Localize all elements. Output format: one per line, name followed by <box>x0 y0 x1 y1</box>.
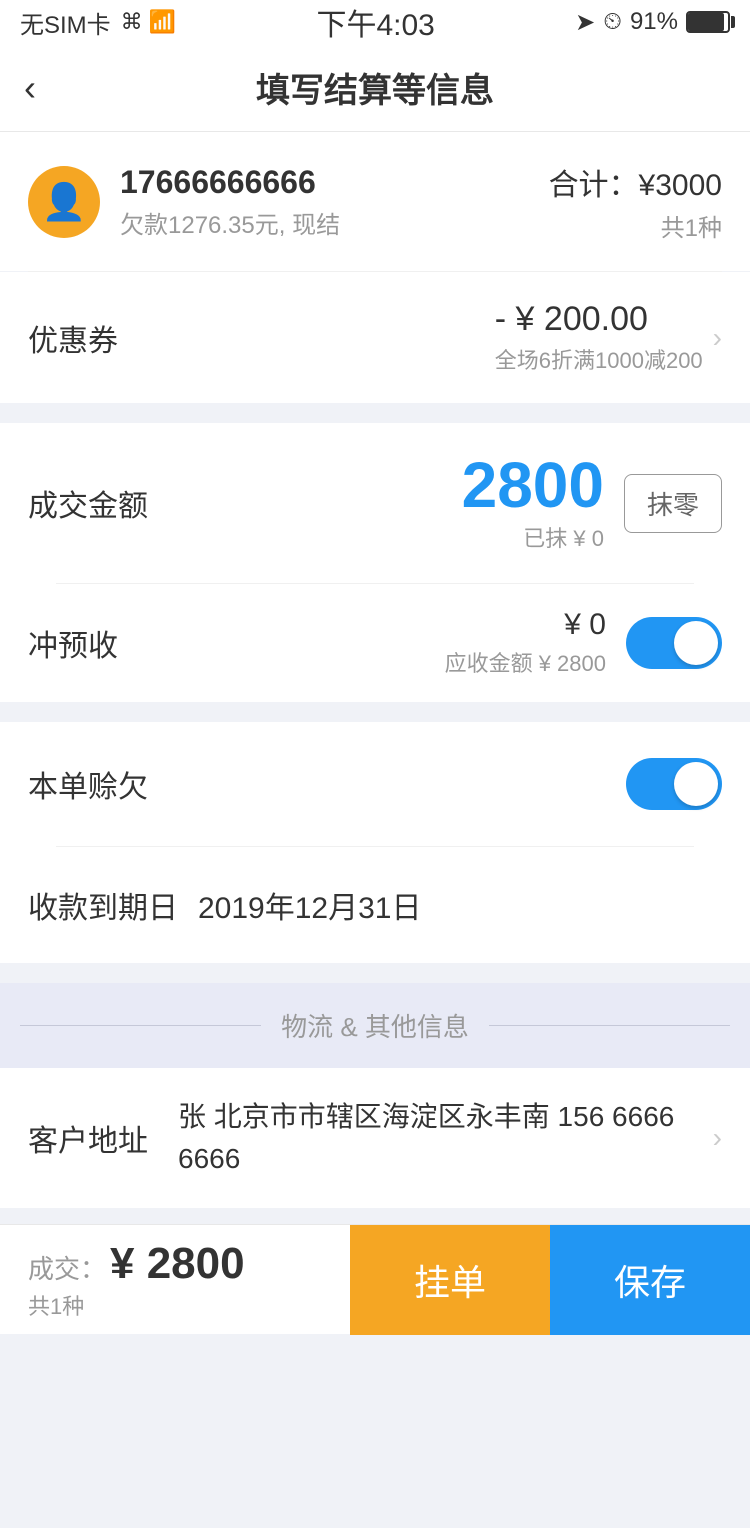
total-amount: 合计：¥3000 <box>549 160 722 204</box>
prepaid-value: ¥ 0 <box>445 608 606 642</box>
amount-section: 成交金额 2800 已抹 ¥ 0 抹零 冲预收 ¥ 0 应收金额 ¥ 2800 <box>0 423 750 702</box>
battery-fill <box>688 13 724 31</box>
prepaid-label: 冲预收 <box>28 621 118 665</box>
debt-label: 本单赊欠 <box>28 762 148 806</box>
battery-percent: 91% <box>630 8 678 36</box>
status-left: 无SIM卡 ⌘ 📶 <box>20 5 176 40</box>
status-bar: 无SIM卡 ⌘ 📶 下午4:03 ➤ ⏲ 91% <box>0 0 750 44</box>
summary-count: 共1种 <box>28 1289 322 1321</box>
avatar: 👤 <box>28 166 100 238</box>
prepaid-toggle-knob <box>674 621 718 665</box>
customer-right: 合计：¥3000 共1种 <box>549 160 722 243</box>
carrier-text: 无SIM卡 <box>20 5 111 40</box>
logistics-header: 物流 & 其他信息 <box>0 983 750 1068</box>
amount-row: 成交金额 2800 已抹 ¥ 0 抹零 <box>28 423 722 583</box>
amount-value[interactable]: 2800 <box>462 453 604 517</box>
coupon-info: - ¥ 200.00 全场6折满1000减200 <box>495 300 703 375</box>
logistics-line-left <box>20 1025 261 1026</box>
due-date-row: 收款到期日 2019年12月31日 <box>28 847 722 963</box>
pending-button[interactable]: 挂单 <box>350 1225 550 1335</box>
address-label: 客户地址 <box>28 1116 148 1160</box>
nav-bar: ‹ 填写结算等信息 <box>0 44 750 132</box>
amount-value-wrap: 2800 已抹 ¥ 0 <box>462 453 604 553</box>
logistics-line-right <box>489 1025 730 1026</box>
gap-2 <box>0 702 750 722</box>
prepaid-sub: 应收金额 ¥ 2800 <box>445 646 606 678</box>
debt-row: 本单赊欠 <box>28 722 722 846</box>
prepaid-right: ¥ 0 应收金额 ¥ 2800 <box>445 608 722 678</box>
prepaid-row: 冲预收 ¥ 0 应收金额 ¥ 2800 <box>28 584 722 702</box>
alarm-icon: ⏲ <box>603 8 622 36</box>
back-button[interactable]: ‹ <box>24 67 36 109</box>
coupon-right: - ¥ 200.00 全场6折满1000减200 › <box>495 300 722 375</box>
summary-amount: ¥ 2800 <box>110 1239 245 1289</box>
amount-label: 成交金额 <box>28 481 148 525</box>
bottom-bar: 成交： ¥ 2800 共1种 挂单 保存 <box>0 1224 750 1334</box>
location-icon: ➤ <box>575 8 595 37</box>
avatar-icon: 👤 <box>42 181 87 223</box>
debt-section: 本单赊欠 收款到期日 2019年12月31日 <box>0 722 750 963</box>
status-time: 下午4:03 <box>316 0 434 44</box>
coupon-discount: - ¥ 200.00 <box>495 300 703 339</box>
amount-right: 2800 已抹 ¥ 0 抹零 <box>462 453 722 553</box>
customer-info: 17666666666 欠款1276.35元, 现结 <box>120 164 340 240</box>
customer-sub: 欠款1276.35元, 现结 <box>120 205 340 240</box>
customer-phone: 17666666666 <box>120 164 340 201</box>
chevron-right-icon: › <box>713 322 722 354</box>
gap-1 <box>0 403 750 423</box>
coupon-row[interactable]: 优惠券 - ¥ 200.00 全场6折满1000减200 › <box>0 272 750 403</box>
coupon-label: 优惠券 <box>28 316 118 360</box>
debt-toggle-knob <box>674 762 718 806</box>
gap-3 <box>0 963 750 983</box>
customer-left: 👤 17666666666 欠款1276.35元, 现结 <box>28 164 340 240</box>
due-date-label: 收款到期日 <box>28 883 178 927</box>
summary-label: 成交： <box>28 1249 106 1286</box>
amount-sub: 已抹 ¥ 0 <box>462 521 604 553</box>
due-date-value: 2019年12月31日 <box>198 883 421 927</box>
customer-row: 👤 17666666666 欠款1276.35元, 现结 合计：¥3000 共1… <box>0 132 750 271</box>
total-count: 共1种 <box>549 208 722 243</box>
prepaid-toggle[interactable] <box>626 617 722 669</box>
logistics-title: 物流 & 其他信息 <box>281 1007 469 1044</box>
save-button[interactable]: 保存 <box>550 1225 750 1335</box>
bottom-summary-row: 成交： ¥ 2800 <box>28 1239 322 1289</box>
round-off-button[interactable]: 抹零 <box>624 474 722 533</box>
address-value: 张 北京市市辖区海淀区永丰南 156 6666 6666 <box>178 1096 703 1180</box>
page-title: 填写结算等信息 <box>256 63 494 112</box>
address-chevron-icon: › <box>713 1122 722 1154</box>
address-row[interactable]: 客户地址 张 北京市市辖区海淀区永丰南 156 6666 6666 › <box>0 1068 750 1208</box>
debt-toggle[interactable] <box>626 758 722 810</box>
prepaid-value-wrap: ¥ 0 应收金额 ¥ 2800 <box>445 608 606 678</box>
coupon-desc: 全场6折满1000减200 <box>495 343 703 375</box>
wifi-icon: ⌘ 📶 <box>121 9 177 35</box>
bottom-summary: 成交： ¥ 2800 共1种 <box>0 1239 350 1321</box>
status-right: ➤ ⏲ 91% <box>575 8 730 37</box>
battery-icon <box>686 11 730 33</box>
